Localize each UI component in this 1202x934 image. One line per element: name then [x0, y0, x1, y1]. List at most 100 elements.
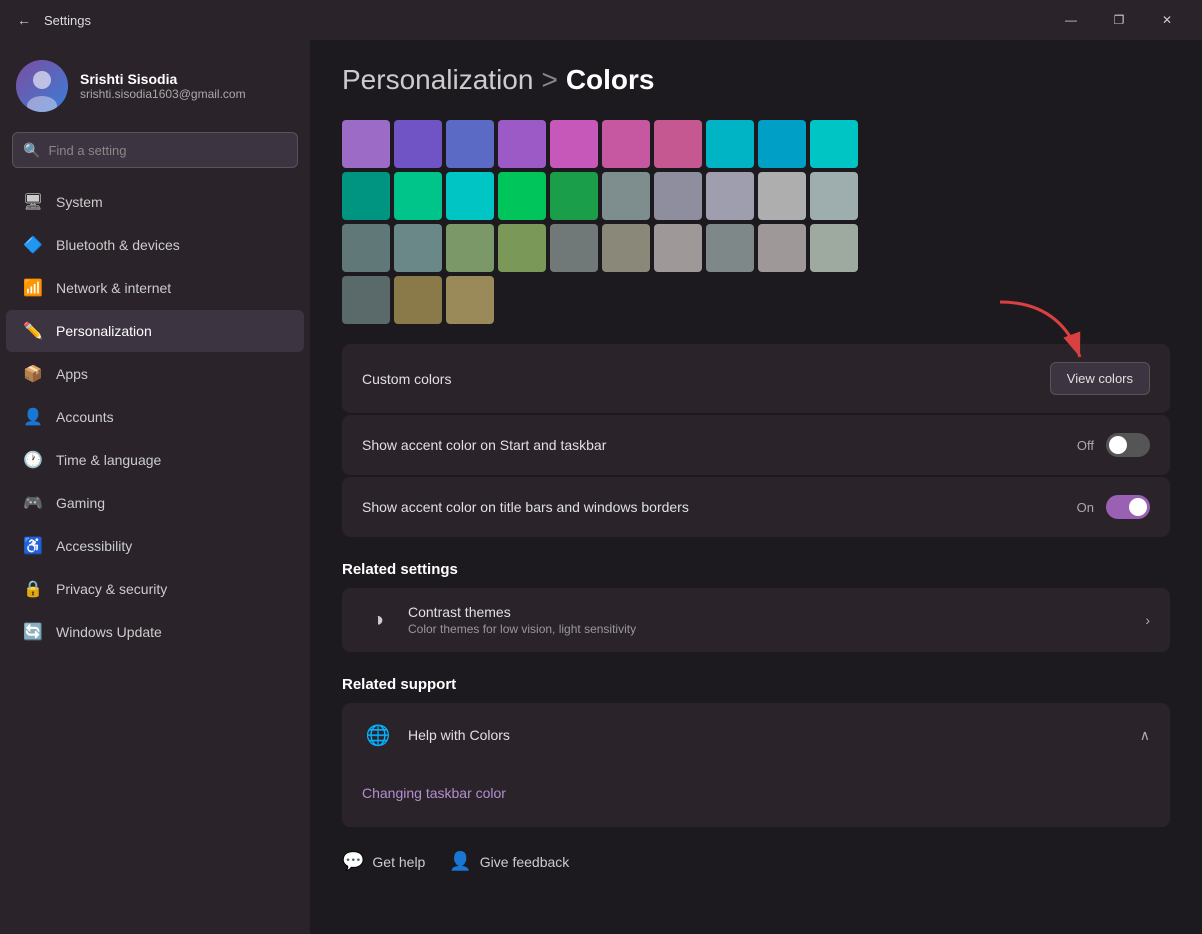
- help-link-taskbar[interactable]: Changing taskbar color: [362, 775, 1150, 811]
- accent-start-status: Off: [1077, 438, 1094, 453]
- avatar: [16, 60, 68, 112]
- help-header-left: 🌐 Help with Colors: [362, 719, 510, 751]
- minimize-button[interactable]: —: [1048, 4, 1094, 36]
- color-swatch-28[interactable]: [758, 224, 806, 272]
- search-box[interactable]: 🔍: [12, 132, 298, 168]
- sidebar-item-bluetooth[interactable]: 🔷 Bluetooth & devices: [6, 224, 304, 266]
- nav-list: 🖥 System 🔷 Bluetooth & devices 📶 Network…: [0, 180, 310, 654]
- color-swatch-14[interactable]: [550, 172, 598, 220]
- view-colors-button[interactable]: View colors: [1050, 362, 1150, 395]
- main-content: Personalization > Colors Custom colors: [310, 40, 1202, 934]
- accent-titlebar-status: On: [1077, 500, 1094, 515]
- color-swatch-23[interactable]: [498, 224, 546, 272]
- help-chevron-up: ∧: [1140, 727, 1150, 744]
- color-swatch-2[interactable]: [446, 120, 494, 168]
- network-icon: 📶: [22, 277, 44, 299]
- contrast-themes-icon: ◑: [362, 604, 394, 636]
- color-swatch-22[interactable]: [446, 224, 494, 272]
- sidebar-item-apps[interactable]: 📦 Apps: [6, 353, 304, 395]
- user-info: Srishti Sisodia srishti.sisodia1603@gmai…: [80, 71, 246, 101]
- breadcrumb-parent[interactable]: Personalization: [342, 64, 533, 96]
- color-swatch-21[interactable]: [394, 224, 442, 272]
- color-swatch-12[interactable]: [446, 172, 494, 220]
- color-swatch-15[interactable]: [602, 172, 650, 220]
- accent-titlebar-row: Show accent color on title bars and wind…: [342, 477, 1170, 537]
- help-body: Changing taskbar color: [342, 767, 1170, 827]
- search-icon: 🔍: [23, 142, 40, 159]
- color-swatch-24[interactable]: [550, 224, 598, 272]
- color-swatch-13[interactable]: [498, 172, 546, 220]
- search-input[interactable]: [48, 143, 287, 158]
- color-swatch-20[interactable]: [342, 224, 390, 272]
- sidebar-item-time[interactable]: 🕐 Time & language: [6, 439, 304, 481]
- sidebar-item-privacy[interactable]: 🔒 Privacy & security: [6, 568, 304, 610]
- sidebar-item-update[interactable]: 🔄 Windows Update: [6, 611, 304, 653]
- bluetooth-icon: 🔷: [22, 234, 44, 256]
- help-section: 🌐 Help with Colors ∧ Changing taskbar co…: [342, 703, 1170, 827]
- color-swatch-5[interactable]: [602, 120, 650, 168]
- color-swatch-11[interactable]: [394, 172, 442, 220]
- sidebar-label-system: System: [56, 194, 103, 210]
- color-swatch-32[interactable]: [446, 276, 494, 324]
- color-swatch-7[interactable]: [706, 120, 754, 168]
- bottom-links: 💬 Get help 👤 Give feedback: [342, 851, 1170, 888]
- color-swatch-1[interactable]: [394, 120, 442, 168]
- get-help-item[interactable]: 💬 Get help: [342, 851, 425, 872]
- color-swatch-18[interactable]: [758, 172, 806, 220]
- privacy-icon: 🔒: [22, 578, 44, 600]
- sidebar-label-accessibility: Accessibility: [56, 538, 132, 554]
- app-body: Srishti Sisodia srishti.sisodia1603@gmai…: [0, 40, 1202, 934]
- color-swatch-6[interactable]: [654, 120, 702, 168]
- close-button[interactable]: ✕: [1144, 4, 1190, 36]
- contrast-themes-left: ◑ Contrast themes Color themes for low v…: [362, 604, 636, 636]
- get-help-label: Get help: [372, 854, 425, 870]
- user-profile[interactable]: Srishti Sisodia srishti.sisodia1603@gmai…: [0, 40, 310, 128]
- color-swatch-9[interactable]: [810, 120, 858, 168]
- get-help-icon: 💬: [342, 851, 364, 872]
- sidebar-label-accounts: Accounts: [56, 409, 114, 425]
- sidebar-label-time: Time & language: [56, 452, 161, 468]
- breadcrumb-current: Colors: [566, 64, 655, 96]
- color-swatch-27[interactable]: [706, 224, 754, 272]
- user-name: Srishti Sisodia: [80, 71, 246, 87]
- sidebar-item-system[interactable]: 🖥 System: [6, 181, 304, 223]
- maximize-button[interactable]: ❐: [1096, 4, 1142, 36]
- personalization-icon: ✏️: [22, 320, 44, 342]
- back-button[interactable]: ←: [12, 8, 36, 32]
- color-swatch-29[interactable]: [810, 224, 858, 272]
- color-grid: [342, 120, 1170, 324]
- gaming-icon: 🎮: [22, 492, 44, 514]
- sidebar-item-accounts[interactable]: 👤 Accounts: [6, 396, 304, 438]
- sidebar-item-network[interactable]: 📶 Network & internet: [6, 267, 304, 309]
- color-swatch-3[interactable]: [498, 120, 546, 168]
- color-swatch-4[interactable]: [550, 120, 598, 168]
- color-swatch-31[interactable]: [394, 276, 442, 324]
- custom-colors-label: Custom colors: [362, 371, 451, 387]
- sidebar-item-gaming[interactable]: 🎮 Gaming: [6, 482, 304, 524]
- contrast-themes-chevron: ›: [1145, 612, 1150, 628]
- related-support-heading: Related support: [342, 676, 1170, 693]
- accent-start-toggle[interactable]: [1106, 433, 1150, 457]
- color-swatch-8[interactable]: [758, 120, 806, 168]
- sidebar-label-update: Windows Update: [56, 624, 162, 640]
- color-swatch-17[interactable]: [706, 172, 754, 220]
- sidebar-item-personalization[interactable]: ✏️ Personalization: [6, 310, 304, 352]
- color-swatch-10[interactable]: [342, 172, 390, 220]
- color-swatch-30[interactable]: [342, 276, 390, 324]
- color-swatch-16[interactable]: [654, 172, 702, 220]
- custom-colors-right: View colors: [1050, 362, 1150, 395]
- color-swatch-26[interactable]: [654, 224, 702, 272]
- feedback-item[interactable]: 👤 Give feedback: [449, 851, 569, 872]
- sidebar-label-apps: Apps: [56, 366, 88, 382]
- color-swatch-25[interactable]: [602, 224, 650, 272]
- contrast-themes-item[interactable]: ◑ Contrast themes Color themes for low v…: [342, 588, 1170, 652]
- accent-titlebar-toggle[interactable]: [1106, 495, 1150, 519]
- color-swatch-19[interactable]: [810, 172, 858, 220]
- sidebar-item-accessibility[interactable]: ♿ Accessibility: [6, 525, 304, 567]
- apps-icon: 📦: [22, 363, 44, 385]
- update-icon: 🔄: [22, 621, 44, 643]
- contrast-themes-subtitle: Color themes for low vision, light sensi…: [408, 622, 636, 636]
- help-header[interactable]: 🌐 Help with Colors ∧: [342, 703, 1170, 767]
- color-swatch-0[interactable]: [342, 120, 390, 168]
- accessibility-icon: ♿: [22, 535, 44, 557]
